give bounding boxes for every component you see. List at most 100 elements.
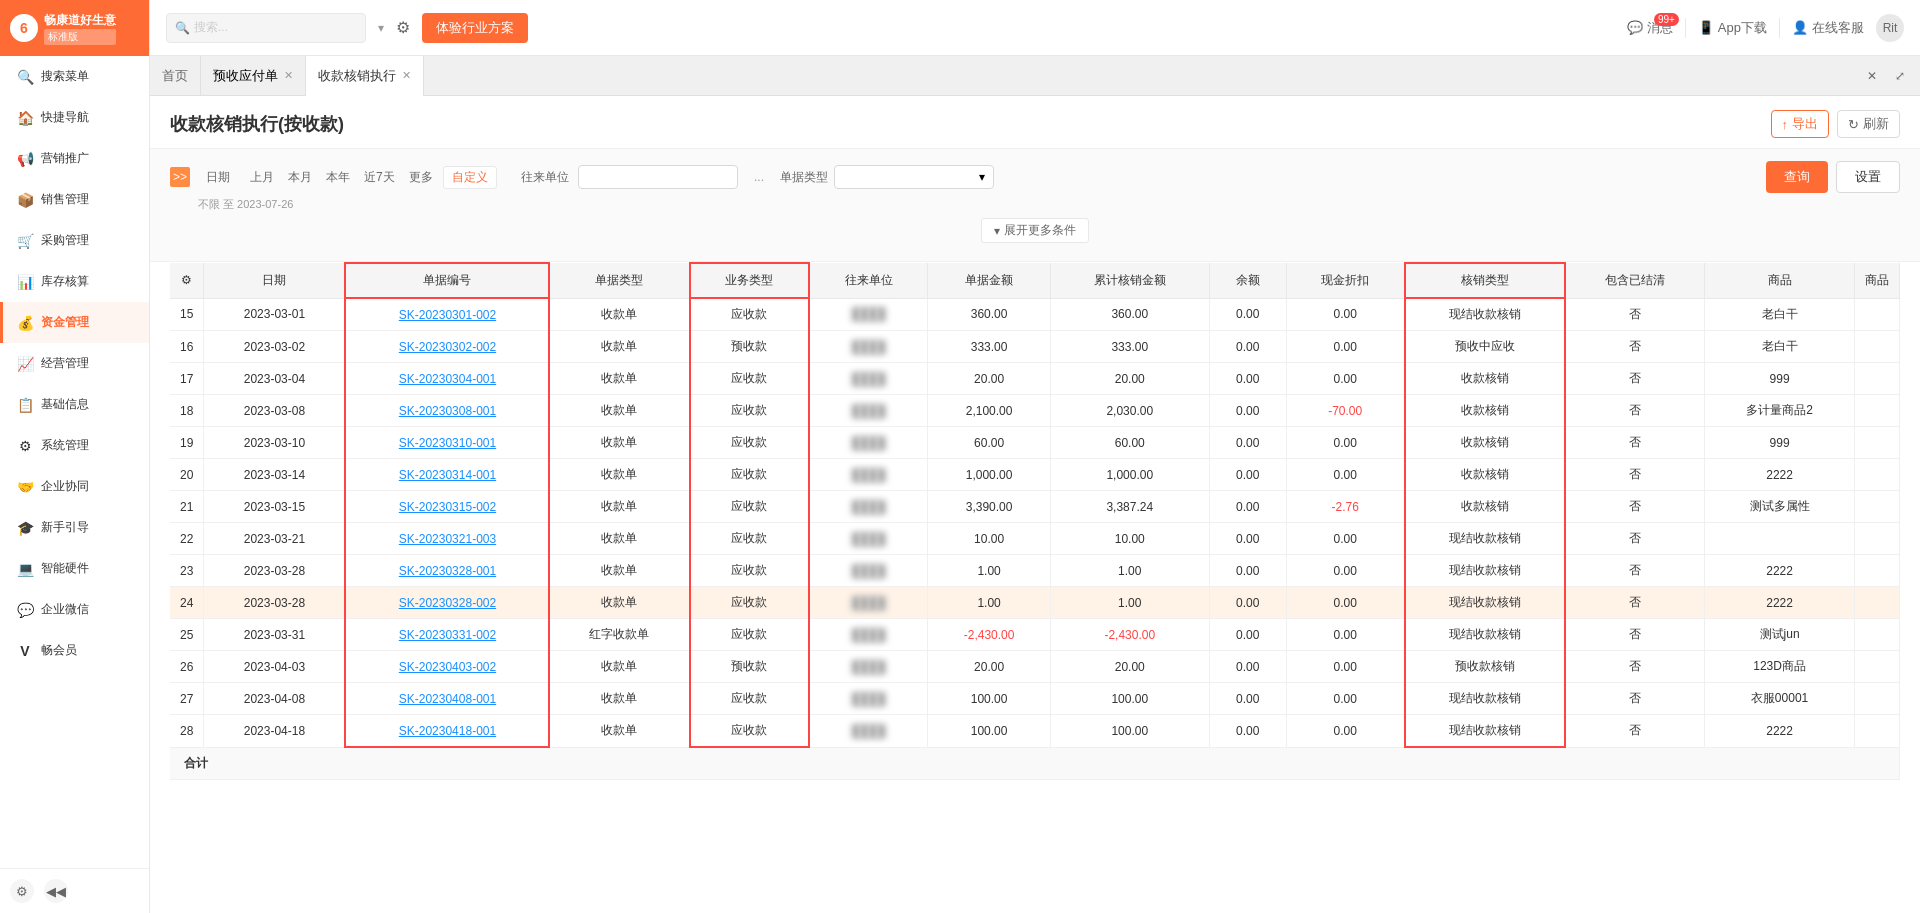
cell-verify-type: 收款核销 bbox=[1405, 395, 1566, 427]
doc-no-link[interactable]: SK-20230310-001 bbox=[399, 436, 496, 450]
cell-product: 999 bbox=[1705, 363, 1855, 395]
cell-product2 bbox=[1855, 459, 1900, 491]
topbar-chevron-icon[interactable]: ▾ bbox=[378, 21, 384, 35]
sidebar-item-quicknav[interactable]: 🏠 快捷导航 bbox=[0, 97, 149, 138]
doc-no-link[interactable]: SK-20230331-002 bbox=[399, 628, 496, 642]
doc-no-link[interactable]: SK-20230408-001 bbox=[399, 692, 496, 706]
doc-no-link[interactable]: SK-20230403-002 bbox=[399, 660, 496, 674]
date-last-month[interactable]: 上月 bbox=[246, 167, 278, 188]
topbar-search[interactable]: 🔍 搜索... bbox=[166, 13, 366, 43]
logo-icon: 6 bbox=[10, 14, 38, 42]
doc-no-link[interactable]: SK-20230328-002 bbox=[399, 596, 496, 610]
sidebar-item-inventory[interactable]: 📊 库存核算 bbox=[0, 261, 149, 302]
tab-receipt-close[interactable]: ✕ bbox=[402, 69, 411, 82]
sidebar-item-system[interactable]: ⚙ 系统管理 bbox=[0, 425, 149, 466]
sidebar-item-purchase[interactable]: 🛒 采购管理 bbox=[0, 220, 149, 261]
refresh-button[interactable]: ↻ 刷新 bbox=[1837, 110, 1900, 138]
cell-amount: 20.00 bbox=[928, 363, 1051, 395]
filter-settings-button[interactable]: 设置 bbox=[1836, 161, 1900, 193]
tab-prepay[interactable]: 预收应付单 ✕ bbox=[201, 56, 306, 96]
col-product2: 商品 bbox=[1855, 263, 1900, 298]
doc-type-select[interactable]: ▾ bbox=[834, 165, 994, 189]
doc-no-link[interactable]: SK-20230308-001 bbox=[399, 404, 496, 418]
cell-num: 26 bbox=[170, 651, 204, 683]
cell-cum-amount: 20.00 bbox=[1050, 651, 1209, 683]
cell-date: 2023-03-14 bbox=[204, 459, 346, 491]
date-this-year[interactable]: 本年 bbox=[322, 167, 354, 188]
sidebar-item-finance[interactable]: 💰 资金管理 bbox=[0, 302, 149, 343]
doc-no-link[interactable]: SK-20230321-003 bbox=[399, 532, 496, 546]
date-more[interactable]: 更多 bbox=[405, 167, 437, 188]
col-include-settled: 包含已结清 bbox=[1565, 263, 1704, 298]
cell-date: 2023-04-03 bbox=[204, 651, 346, 683]
cell-verify-type: 收款核销 bbox=[1405, 427, 1566, 459]
expand-more-button[interactable]: ▾ 展开更多条件 bbox=[981, 218, 1089, 243]
col-doc-no: 单据编号 bbox=[345, 263, 549, 298]
sidebar-item-hardware[interactable]: 💻 智能硬件 bbox=[0, 548, 149, 589]
cell-doc-type: 收款单 bbox=[549, 491, 689, 523]
date-custom-btn[interactable]: 自定义 bbox=[443, 166, 497, 189]
export-button[interactable]: ↑ 导出 bbox=[1771, 110, 1830, 138]
main-content: 🔍 搜索... ▾ ⚙ 体验行业方案 💬 消息 99+ 📱 App下载 👤 在线… bbox=[150, 0, 1920, 913]
sidebar-item-basic[interactable]: 📋 基础信息 bbox=[0, 384, 149, 425]
doc-no-link[interactable]: SK-20230302-002 bbox=[399, 340, 496, 354]
doc-no-link[interactable]: SK-20230418-001 bbox=[399, 724, 496, 738]
operations-icon: 📈 bbox=[17, 356, 33, 372]
sidebar-item-search[interactable]: 🔍 搜索菜单 bbox=[0, 56, 149, 97]
table-row: 20 2023-03-14 SK-20230314-001 收款单 应收款 ██… bbox=[170, 459, 1900, 491]
app-download-button[interactable]: 📱 App下载 bbox=[1698, 19, 1767, 37]
cell-cum-amount: 1,000.00 bbox=[1050, 459, 1209, 491]
sidebar-item-label: 快捷导航 bbox=[41, 109, 89, 126]
topbar-gear-icon[interactable]: ⚙ bbox=[396, 18, 410, 37]
tab-home[interactable]: 首页 bbox=[150, 56, 201, 96]
cell-include-settled: 否 bbox=[1565, 715, 1704, 748]
tab-prepay-close[interactable]: ✕ bbox=[284, 69, 293, 82]
cell-balance: 0.00 bbox=[1209, 651, 1286, 683]
service-button[interactable]: 👤 在线客服 bbox=[1792, 19, 1864, 37]
date-7days[interactable]: 近7天 bbox=[360, 167, 399, 188]
sidebar-item-wechat[interactable]: 💬 企业微信 bbox=[0, 589, 149, 630]
doc-no-link[interactable]: SK-20230314-001 bbox=[399, 468, 496, 482]
table-row: 26 2023-04-03 SK-20230403-002 收款单 预收款 ██… bbox=[170, 651, 1900, 683]
doc-no-link[interactable]: SK-20230315-002 bbox=[399, 500, 496, 514]
table-row: 28 2023-04-18 SK-20230418-001 收款单 应收款 ██… bbox=[170, 715, 1900, 748]
sidebar-item-enterprise[interactable]: 🤝 企业协同 bbox=[0, 466, 149, 507]
sidebar-item-sales[interactable]: 📦 销售管理 bbox=[0, 179, 149, 220]
cell-doc-type: 收款单 bbox=[549, 523, 689, 555]
user-avatar[interactable]: Rit bbox=[1876, 14, 1904, 42]
sidebar-item-member[interactable]: V 畅会员 bbox=[0, 630, 149, 671]
doc-no-link[interactable]: SK-20230304-001 bbox=[399, 372, 496, 386]
cell-verify-type: 现结收款核销 bbox=[1405, 298, 1566, 331]
col-settings[interactable]: ⚙ bbox=[170, 263, 204, 298]
partner-input[interactable] bbox=[578, 165, 738, 189]
doc-no-link[interactable]: SK-20230301-002 bbox=[399, 308, 496, 322]
solution-button[interactable]: 体验行业方案 bbox=[422, 13, 528, 43]
filter-expand-button[interactable]: >> bbox=[170, 167, 190, 187]
sidebar-item-operations[interactable]: 📈 经营管理 bbox=[0, 343, 149, 384]
cell-product bbox=[1705, 523, 1855, 555]
sidebar-logo: 6 畅康道好生意 标准版 bbox=[0, 0, 149, 56]
cell-doc-no: SK-20230328-001 bbox=[345, 555, 549, 587]
sidebar-item-marketing[interactable]: 📢 营销推广 bbox=[0, 138, 149, 179]
query-button[interactable]: 查询 bbox=[1766, 161, 1828, 193]
cell-partner: ████ bbox=[809, 651, 928, 683]
tab-close-all-icon[interactable]: ✕ bbox=[1860, 64, 1884, 88]
message-button[interactable]: 💬 消息 99+ bbox=[1627, 19, 1673, 37]
table-row: 16 2023-03-02 SK-20230302-002 收款单 预收款 ██… bbox=[170, 331, 1900, 363]
hardware-icon: 💻 bbox=[17, 561, 33, 577]
tab-receipt[interactable]: 收款核销执行 ✕ bbox=[306, 56, 424, 96]
date-this-month[interactable]: 本月 bbox=[284, 167, 316, 188]
settings-bottom-icon[interactable]: ⚙ bbox=[10, 879, 34, 903]
cell-include-settled: 否 bbox=[1565, 395, 1704, 427]
cell-balance: 0.00 bbox=[1209, 619, 1286, 651]
cell-verify-type: 现结收款核销 bbox=[1405, 587, 1566, 619]
tab-expand-icon[interactable]: ⤢ bbox=[1888, 64, 1912, 88]
cell-cum-amount: 10.00 bbox=[1050, 523, 1209, 555]
collapse-icon[interactable]: ◀◀ bbox=[44, 879, 68, 903]
sidebar-item-guide[interactable]: 🎓 新手引导 bbox=[0, 507, 149, 548]
cell-biz-type: 应收款 bbox=[690, 523, 810, 555]
doc-no-link[interactable]: SK-20230328-001 bbox=[399, 564, 496, 578]
tabbar: 首页 预收应付单 ✕ 收款核销执行 ✕ ✕ ⤢ bbox=[150, 56, 1920, 96]
cell-product2 bbox=[1855, 298, 1900, 331]
cell-product2 bbox=[1855, 331, 1900, 363]
